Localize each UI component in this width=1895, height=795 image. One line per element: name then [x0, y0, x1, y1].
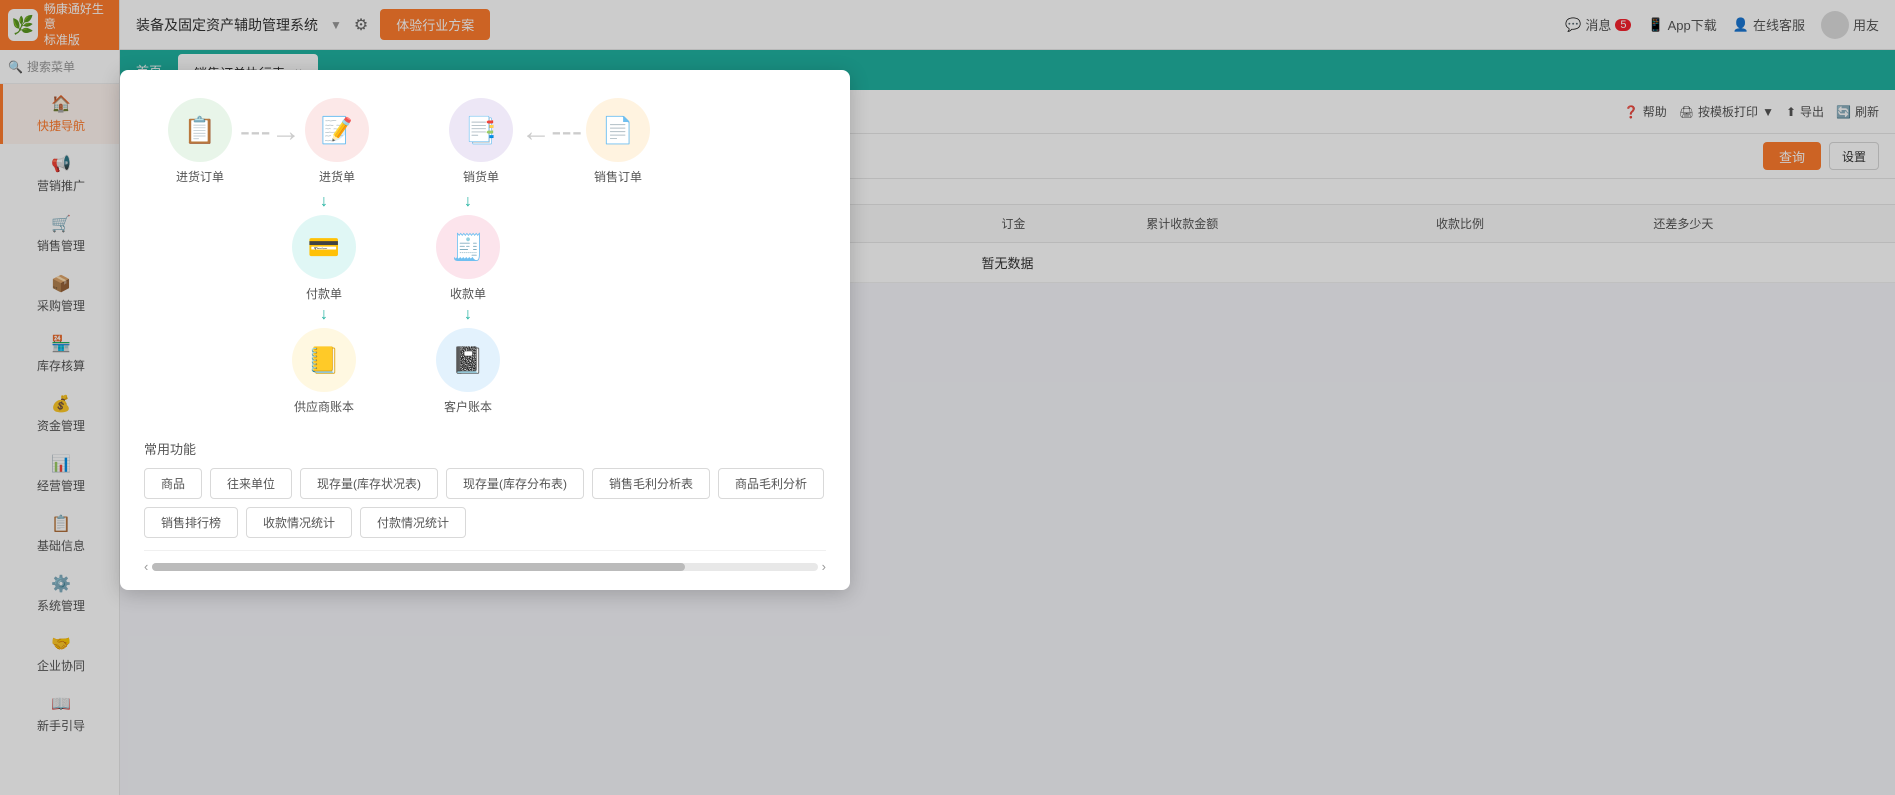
- sales-bill-col: 📑 销货单: [449, 98, 513, 185]
- receipt-label: 收款单: [450, 285, 486, 302]
- arrow-down-payment: ↓: [320, 306, 328, 323]
- payment-circle: 💳: [292, 215, 356, 279]
- sales-bill-label: 销货单: [463, 168, 499, 185]
- flow-diagram: 📋 进货订单 - - - → 📝 进货单: [144, 90, 826, 419]
- supplier-ledger-circle: 📒: [292, 328, 356, 392]
- arrow-down-receipt: ↓: [464, 306, 472, 323]
- func-btn-inventory-status[interactable]: 现存量(库存状况表): [300, 468, 438, 499]
- purchase-bill-col: 📝 进货单: [305, 98, 369, 185]
- scrollbar-thumb: [152, 563, 684, 571]
- purchase-bill-node[interactable]: 📝 进货单: [305, 98, 369, 185]
- receipt-circle: 🧾: [436, 215, 500, 279]
- arrow-sales-order-to-bill: ← - - -: [521, 115, 578, 149]
- func-btn-product[interactable]: 商品: [144, 468, 202, 499]
- supplier-ledger-label: 供应商账本: [294, 398, 354, 415]
- function-buttons-row2: 销售排行榜 收款情况统计 付款情况统计: [144, 507, 826, 538]
- sales-order-col: 📄 销售订单: [586, 98, 650, 185]
- purchase-order-col: 📋 进货订单: [168, 98, 232, 185]
- func-btn-sales-rank[interactable]: 销售排行榜: [144, 507, 238, 538]
- payment-label: 付款单: [306, 285, 342, 302]
- supplier-ledger-node[interactable]: 📒 供应商账本: [292, 328, 356, 415]
- sales-order-circle: 📄: [586, 98, 650, 162]
- purchase-bill-circle: 📝: [305, 98, 369, 162]
- sales-bill-circle: 📑: [449, 98, 513, 162]
- purchase-bill-label: 进货单: [319, 168, 355, 185]
- receipt-col: 🧾 收款单: [436, 215, 500, 302]
- arrow-down-sales: ↓: [464, 193, 472, 210]
- customer-ledger-circle: 📓: [436, 328, 500, 392]
- func-btn-inventory-dist[interactable]: 现存量(库存分布表): [446, 468, 584, 499]
- receipt-node[interactable]: 🧾 收款单: [436, 215, 500, 302]
- scrollbar-right-arrow[interactable]: ›: [822, 559, 826, 574]
- payment-col: 💳 付款单: [292, 215, 356, 302]
- customer-ledger-col: 📓 客户账本: [436, 328, 500, 415]
- purchase-order-label: 进货订单: [176, 168, 224, 185]
- scrollbar-track[interactable]: [152, 563, 817, 571]
- supplier-ledger-col: 📒 供应商账本: [292, 328, 356, 415]
- customer-ledger-node[interactable]: 📓 客户账本: [436, 328, 500, 415]
- sales-order-label: 销售订单: [594, 168, 642, 185]
- func-btn-product-profit[interactable]: 商品毛利分析: [718, 468, 824, 499]
- customer-ledger-label: 客户账本: [444, 398, 492, 415]
- common-functions-section: 常用功能 商品 往来单位 现存量(库存状况表) 现存量(库存分布表) 销售毛利分…: [144, 439, 826, 538]
- arrow-down-purchase: ↓: [320, 193, 328, 210]
- arrow-purchase-order-to-bill: - - - →: [240, 115, 297, 149]
- func-btn-sales-profit[interactable]: 销售毛利分析表: [592, 468, 710, 499]
- func-btn-receipt-stats[interactable]: 收款情况统计: [246, 507, 352, 538]
- func-btn-partners[interactable]: 往来单位: [210, 468, 292, 499]
- function-buttons-container: 商品 往来单位 现存量(库存状况表) 现存量(库存分布表) 销售毛利分析表 商品…: [144, 468, 826, 499]
- func-btn-payment-stats[interactable]: 付款情况统计: [360, 507, 466, 538]
- payment-node[interactable]: 💳 付款单: [292, 215, 356, 302]
- sales-bill-node[interactable]: 📑 销货单: [449, 98, 513, 185]
- popup-scrollbar: ‹ ›: [144, 550, 826, 574]
- sales-order-node[interactable]: 📄 销售订单: [586, 98, 650, 185]
- purchase-order-circle: 📋: [168, 98, 232, 162]
- purchase-order-node[interactable]: 📋 进货订单: [168, 98, 232, 185]
- scrollbar-left-arrow[interactable]: ‹: [144, 559, 148, 574]
- common-functions-title: 常用功能: [144, 439, 826, 458]
- flow-popup: 📋 进货订单 - - - → 📝 进货单: [120, 70, 850, 590]
